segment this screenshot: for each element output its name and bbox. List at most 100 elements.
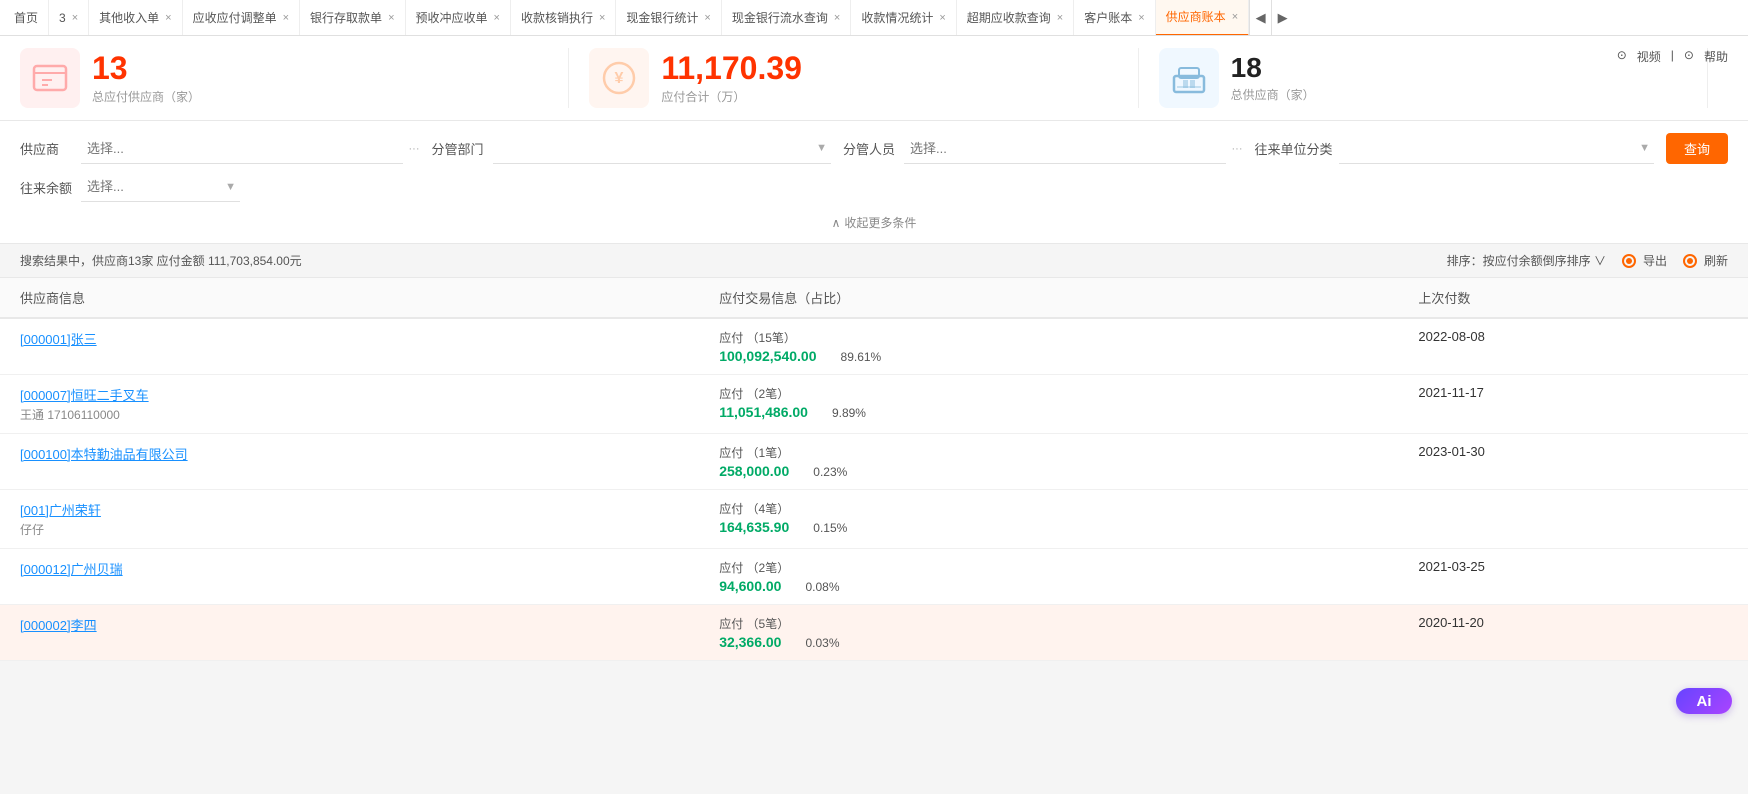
filter-row-2: 往来余额 ▼ (20, 172, 1728, 202)
tab-bank-close[interactable]: × (388, 12, 394, 24)
tab-cash-stats-label: 现金银行统计 (626, 9, 698, 26)
top-right-links: ⊙ 视频 | ⊙ 帮助 (1617, 48, 1728, 65)
tab-receipt-stats-close[interactable]: × (939, 12, 945, 24)
last-pay-cell: 2022-08-08 (1398, 318, 1748, 375)
sort-label[interactable]: 排序：按应付余额倒序排序 ∨ (1447, 252, 1606, 269)
filter-person: 分管人员 ··· (843, 134, 1243, 164)
tab-cash-stats-close[interactable]: × (704, 12, 710, 24)
total-suppliers-icon (1159, 48, 1219, 108)
tab-overdue-close[interactable]: × (1057, 12, 1063, 24)
supplier-link[interactable]: [000012]广州贝瑞 (20, 562, 123, 577)
ap-amount: 94,600.00 (719, 578, 781, 594)
last-pay-cell: 2020-11-20 (1398, 605, 1748, 661)
last-pay-cell (1398, 490, 1748, 549)
balance-input[interactable] (81, 179, 240, 194)
help-link[interactable]: 帮助 (1704, 48, 1728, 65)
tab-3-label: 3 (59, 11, 66, 25)
supplier-filter-label: 供应商 (20, 139, 75, 158)
category-filter-label: 往来单位分类 (1255, 139, 1333, 158)
tab-receipt-stats-label: 收款情况统计 (861, 9, 933, 26)
ap-count: 应付 （1笔） (719, 444, 1378, 461)
contact-info: 仔仔 (20, 521, 679, 538)
tab-adjustment-label: 应收应付调整单 (193, 9, 277, 26)
supplier-dots: ··· (409, 143, 420, 155)
tab-collection[interactable]: 收款核销执行 × (511, 0, 616, 36)
tab-overdue[interactable]: 超期应收款查询 × (957, 0, 1074, 36)
ai-badge[interactable]: Ai (1676, 688, 1732, 714)
tab-other-income-close[interactable]: × (165, 12, 171, 24)
tab-3[interactable]: 3 × (49, 0, 89, 36)
tab-supplier-ledger-label: 供应商账本 (1166, 8, 1226, 25)
ap-info-cell: 应付 （15笔）100,092,540.0089.61% (699, 318, 1398, 375)
tab-other-income-label: 其他收入单 (99, 9, 159, 26)
tab-customer-ledger[interactable]: 客户账本 × (1074, 0, 1155, 36)
tab-supplier-ledger[interactable]: 供应商账本 × (1156, 0, 1249, 36)
dept-arrow-icon: ▼ (816, 142, 827, 154)
ap-percent: 0.15% (813, 521, 847, 535)
person-input[interactable] (904, 134, 1226, 164)
th-ap-info: 应付交易信息（占比） (699, 278, 1398, 318)
last-pay-date: 2021-03-25 (1418, 559, 1485, 574)
total-suppliers-text: 18 总供应商（家） (1231, 53, 1315, 103)
payable-suppliers-text: 13 总应付供应商（家） (92, 51, 200, 105)
tab-customer-ledger-close[interactable]: × (1138, 12, 1144, 24)
tab-adjustment[interactable]: 应收应付调整单 × (183, 0, 300, 36)
export-button[interactable]: 导出 (1622, 252, 1667, 269)
result-bar: 搜索结果中，供应商13家 应付金额 111,703,854.00元 排序：按应付… (0, 244, 1748, 278)
export-label: 导出 (1643, 252, 1667, 269)
table-row: [000007]恒旺二手叉车王通 17106110000应付 （2笔）11,05… (0, 375, 1748, 434)
ap-count: 应付 （2笔） (719, 559, 1378, 576)
tab-advance-close[interactable]: × (494, 12, 500, 24)
help-icon: ⊙ (1684, 48, 1694, 65)
top-navigation: 首页 3 × 其他收入单 × 应收应付调整单 × 银行存取款单 × 预收冲应收单… (0, 0, 1748, 36)
last-pay-date: 2023-01-30 (1418, 444, 1485, 459)
dept-input[interactable] (493, 141, 832, 156)
supplier-link[interactable]: [000007]恒旺二手叉车 (20, 388, 149, 403)
supplier-link[interactable]: [000002]李四 (20, 618, 97, 633)
tab-receipt-stats[interactable]: 收款情况统计 × (851, 0, 956, 36)
supplier-info-cell: [000012]广州贝瑞 (0, 549, 699, 605)
nav-arrow-right[interactable]: ▶ (1271, 0, 1293, 36)
ap-percent: 9.89% (832, 406, 866, 420)
category-input[interactable] (1339, 141, 1654, 156)
video-link[interactable]: 视频 (1637, 48, 1661, 65)
tab-other-income[interactable]: 其他收入单 × (89, 0, 182, 36)
refresh-button[interactable]: 刷新 (1683, 252, 1728, 269)
supplier-info-cell: [000007]恒旺二手叉车王通 17106110000 (0, 375, 699, 434)
supplier-link[interactable]: [000001]张三 (20, 332, 97, 347)
ap-count: 应付 （2笔） (719, 385, 1378, 402)
tab-advance[interactable]: 预收冲应收单 × (406, 0, 511, 36)
total-suppliers-num: 18 (1231, 53, 1315, 84)
tab-bank[interactable]: 银行存取款单 × (300, 0, 405, 36)
supplier-link[interactable]: [001]广州荣轩 (20, 503, 101, 518)
supplier-input[interactable] (81, 134, 403, 164)
result-summary: 搜索结果中，供应商13家 应付金额 111,703,854.00元 (20, 252, 302, 269)
tab-home[interactable]: 首页 (4, 0, 49, 36)
tab-supplier-ledger-close[interactable]: × (1232, 11, 1238, 23)
tab-cash-flow-close[interactable]: × (834, 12, 840, 24)
balance-select-wrap[interactable]: ▼ (81, 172, 240, 202)
query-button[interactable]: 查询 (1666, 133, 1728, 164)
supplier-info-cell: [000002]李四 (0, 605, 699, 661)
result-summary-text: 搜索结果中，供应商13家 应付金额 111,703,854.00元 (20, 254, 302, 268)
tab-adjustment-close[interactable]: × (283, 12, 289, 24)
stat-payable-amount: ¥ 11,170.39 应付合计（万） (589, 48, 1138, 108)
dept-select-wrap[interactable]: ▼ (493, 134, 832, 164)
tab-cash-flow[interactable]: 现金银行流水查询 × (722, 0, 851, 36)
ap-info-cell: 应付 （2笔）94,600.000.08% (699, 549, 1398, 605)
supplier-link[interactable]: [000100]本特勤油品有限公司 (20, 447, 188, 462)
tab-cash-stats[interactable]: 现金银行统计 × (616, 0, 721, 36)
payable-amount-num: 11,170.39 (661, 51, 802, 86)
video-icon: ⊙ (1617, 48, 1627, 65)
nav-arrow-left[interactable]: ◀ (1249, 0, 1271, 36)
tab-3-close[interactable]: × (72, 12, 78, 24)
table-row: [000002]李四应付 （5笔）32,366.000.03%2020-11-2… (0, 605, 1748, 661)
supplier-info-cell: [000100]本特勤油品有限公司 (0, 434, 699, 490)
category-select-wrap[interactable]: ▼ (1339, 134, 1654, 164)
ap-info-cell: 应付 （4笔）164,635.900.15% (699, 490, 1398, 549)
collapse-button[interactable]: ∧ 收起更多条件 (20, 210, 1728, 235)
separator: | (1671, 48, 1674, 65)
tab-collection-close[interactable]: × (599, 12, 605, 24)
tab-cash-flow-label: 现金银行流水查询 (732, 9, 828, 26)
contact-info: 王通 17106110000 (20, 406, 679, 423)
